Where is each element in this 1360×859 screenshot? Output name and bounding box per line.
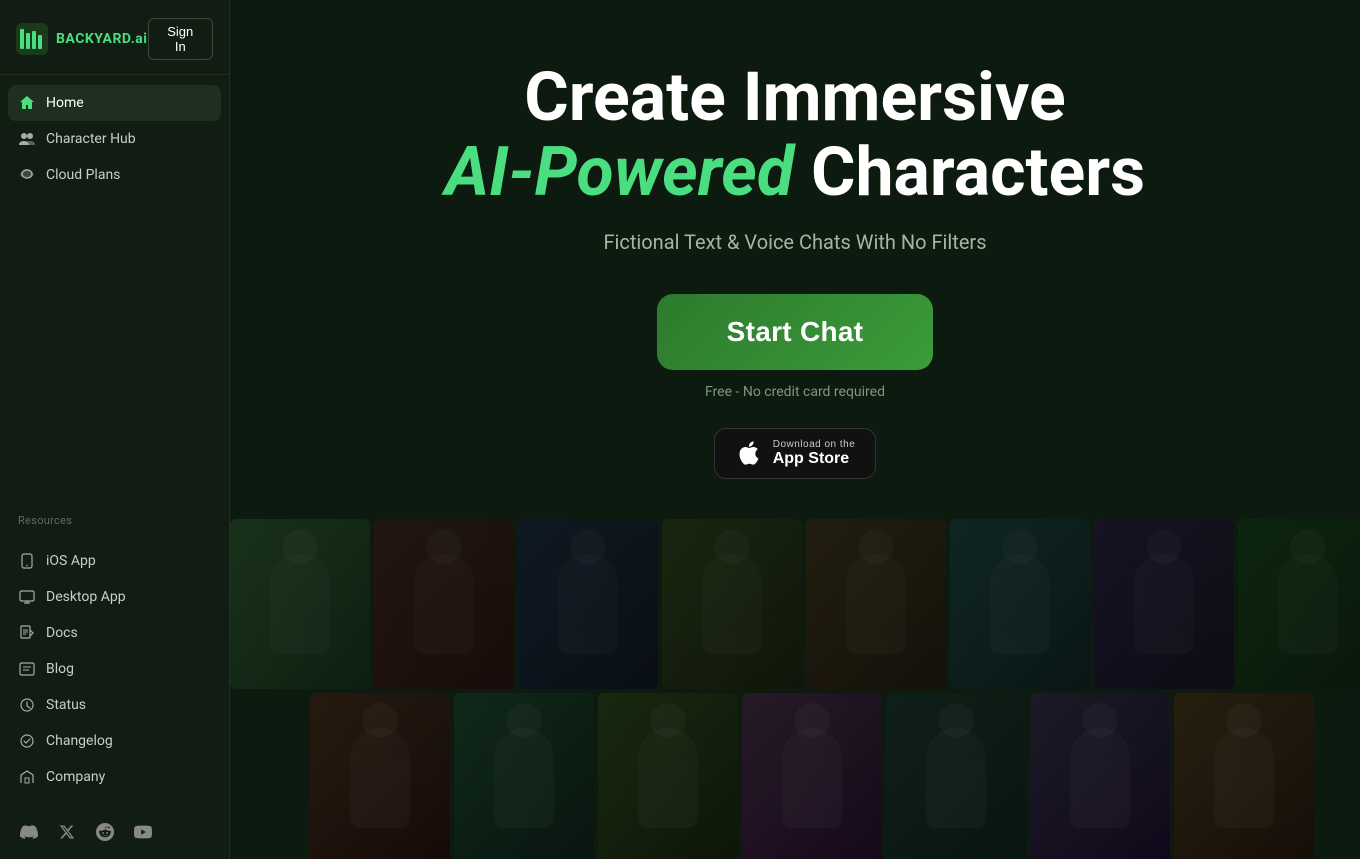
hero-subtitle: Fictional Text & Voice Chats With No Fil… xyxy=(603,230,986,254)
char-card[interactable] xyxy=(454,693,594,859)
char-card[interactable] xyxy=(1174,693,1314,859)
status-icon xyxy=(18,696,36,714)
docs-label: Docs xyxy=(46,625,78,641)
twitter-icon[interactable] xyxy=(56,821,78,843)
sidebar-item-company[interactable]: Company xyxy=(8,759,221,795)
char-card[interactable] xyxy=(1094,519,1234,689)
sidebar-bottom: Resources iOS App xyxy=(0,502,229,859)
logo-area: BACKYARD.ai xyxy=(16,23,148,55)
sidebar-item-character-hub[interactable]: Character Hub xyxy=(8,121,221,157)
logo-icon xyxy=(16,23,48,55)
logo-text: BACKYARD.ai xyxy=(56,31,148,47)
sidebar-item-blog[interactable]: Blog xyxy=(8,651,221,687)
char-card[interactable] xyxy=(230,519,370,689)
sidebar-item-cloud-plans[interactable]: Cloud Plans xyxy=(8,157,221,193)
hero-section: Create Immersive AI-Powered Characters F… xyxy=(230,0,1360,519)
main-nav: Home Character Hub Cloud Pla xyxy=(0,75,229,203)
char-card[interactable] xyxy=(374,519,514,689)
company-label: Company xyxy=(46,769,105,785)
sidebar-item-docs[interactable]: Docs xyxy=(8,615,221,651)
apple-icon xyxy=(735,439,763,467)
characters-icon xyxy=(18,130,36,148)
start-chat-button[interactable]: Start Chat xyxy=(657,294,934,370)
company-icon xyxy=(18,768,36,786)
sidebar-item-cloud-plans-label: Cloud Plans xyxy=(46,167,120,183)
sidebar-item-ios-app[interactable]: iOS App xyxy=(8,543,221,579)
char-card[interactable] xyxy=(1238,519,1360,689)
char-card[interactable] xyxy=(1030,693,1170,859)
character-grid-row-1 xyxy=(230,519,1360,689)
free-label: Free - No credit card required xyxy=(705,384,885,400)
char-card[interactable] xyxy=(806,519,946,689)
char-card[interactable] xyxy=(662,519,802,689)
char-card[interactable] xyxy=(742,693,882,859)
resources-label: Resources xyxy=(0,502,229,533)
sidebar-item-status[interactable]: Status xyxy=(8,687,221,723)
social-links xyxy=(0,805,229,859)
desktop-app-label: Desktop App xyxy=(46,589,126,605)
main-content: Create Immersive AI-Powered Characters F… xyxy=(230,0,1360,859)
sidebar-item-home[interactable]: Home xyxy=(8,85,221,121)
youtube-icon[interactable] xyxy=(132,821,154,843)
status-label: Status xyxy=(46,697,86,713)
home-icon xyxy=(18,94,36,112)
hero-title: Create Immersive AI-Powered Characters xyxy=(445,60,1145,210)
app-store-large-text: App Store xyxy=(773,450,849,468)
sidebar-item-character-hub-label: Character Hub xyxy=(46,131,136,147)
sidebar-item-changelog[interactable]: Changelog xyxy=(8,723,221,759)
char-card[interactable] xyxy=(310,693,450,859)
discord-icon[interactable] xyxy=(18,821,40,843)
ios-app-label: iOS App xyxy=(46,553,96,569)
reddit-icon[interactable] xyxy=(94,821,116,843)
docs-icon xyxy=(18,624,36,642)
sidebar-header: BACKYARD.ai Sign In xyxy=(0,0,229,75)
changelog-icon xyxy=(18,732,36,750)
char-card[interactable] xyxy=(598,693,738,859)
character-grid-section xyxy=(230,519,1360,859)
char-card[interactable] xyxy=(950,519,1090,689)
sidebar-item-home-label: Home xyxy=(46,95,84,111)
changelog-label: Changelog xyxy=(46,733,113,749)
character-grid-row-2 xyxy=(230,693,1360,859)
ios-icon xyxy=(18,552,36,570)
char-card[interactable] xyxy=(518,519,658,689)
sidebar-item-desktop-app[interactable]: Desktop App xyxy=(8,579,221,615)
resources-nav: iOS App Desktop App xyxy=(0,533,229,805)
char-card[interactable] xyxy=(886,693,1026,859)
sign-in-button[interactable]: Sign In xyxy=(148,18,214,60)
cloud-icon xyxy=(18,166,36,184)
blog-label: Blog xyxy=(46,661,74,677)
sidebar: BACKYARD.ai Sign In Home xyxy=(0,0,230,859)
app-store-button[interactable]: Download on the App Store xyxy=(714,428,877,479)
app-store-small-text: Download on the xyxy=(773,439,856,450)
blog-icon xyxy=(18,660,36,678)
desktop-icon xyxy=(18,588,36,606)
